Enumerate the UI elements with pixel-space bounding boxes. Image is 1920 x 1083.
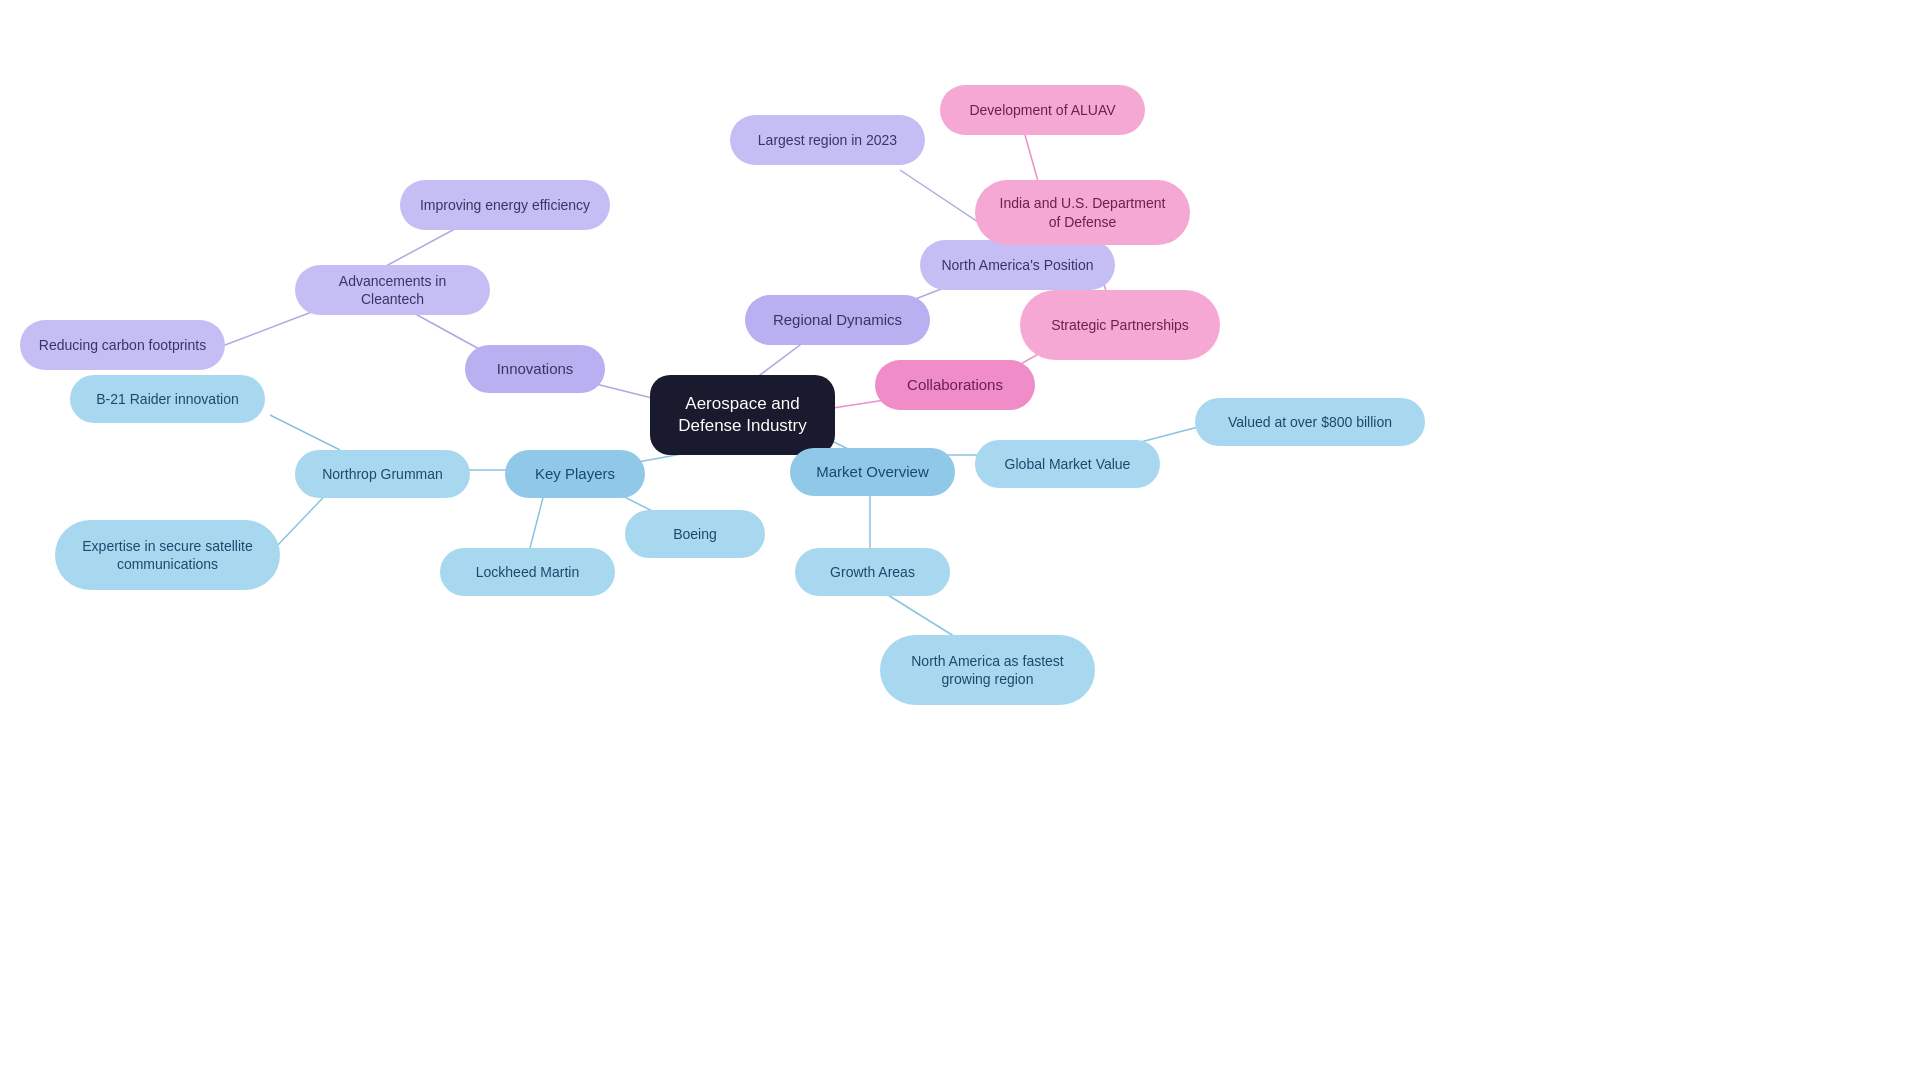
svg-line-15 xyxy=(530,490,545,548)
satellite-comms-node: Expertise in secure satellite communicat… xyxy=(55,520,280,590)
regional-dynamics-node: Regional Dynamics xyxy=(745,295,930,345)
collaborations-node: Collaborations xyxy=(875,360,1035,410)
global-market-value-node: Global Market Value xyxy=(975,440,1160,488)
reducing-carbon-node: Reducing carbon footprints xyxy=(20,320,225,370)
northrop-grumman-node: Northrop Grumman xyxy=(295,450,470,498)
north-america-position-node: North America's Position xyxy=(920,240,1115,290)
key-players-node: Key Players xyxy=(505,450,645,498)
north-america-fastest-growing-node: North America as fastest growing region xyxy=(880,635,1095,705)
svg-line-13 xyxy=(270,415,340,450)
lockheed-martin-node: Lockheed Martin xyxy=(440,548,615,596)
center-node: Aerospace and Defense Industry xyxy=(650,375,835,455)
boeing-node: Boeing xyxy=(625,510,765,558)
strategic-partnerships-node: Strategic Partnerships xyxy=(1020,290,1220,360)
largest-region-node: Largest region in 2023 xyxy=(730,115,925,165)
b21-raider-node: B-21 Raider innovation xyxy=(70,375,265,423)
innovations-node: Innovations xyxy=(465,345,605,393)
market-overview-node: Market Overview xyxy=(790,448,955,496)
growth-areas-node: Growth Areas xyxy=(795,548,950,596)
development-aluav-node: Development of ALUAV xyxy=(940,85,1145,135)
valued-800-billion-node: Valued at over $800 billion xyxy=(1195,398,1425,446)
india-us-node: India and U.S. Department of Defense xyxy=(975,180,1190,245)
advancements-cleantech-node: Advancements in Cleantech xyxy=(295,265,490,315)
improving-energy-node: Improving energy efficiency xyxy=(400,180,610,230)
